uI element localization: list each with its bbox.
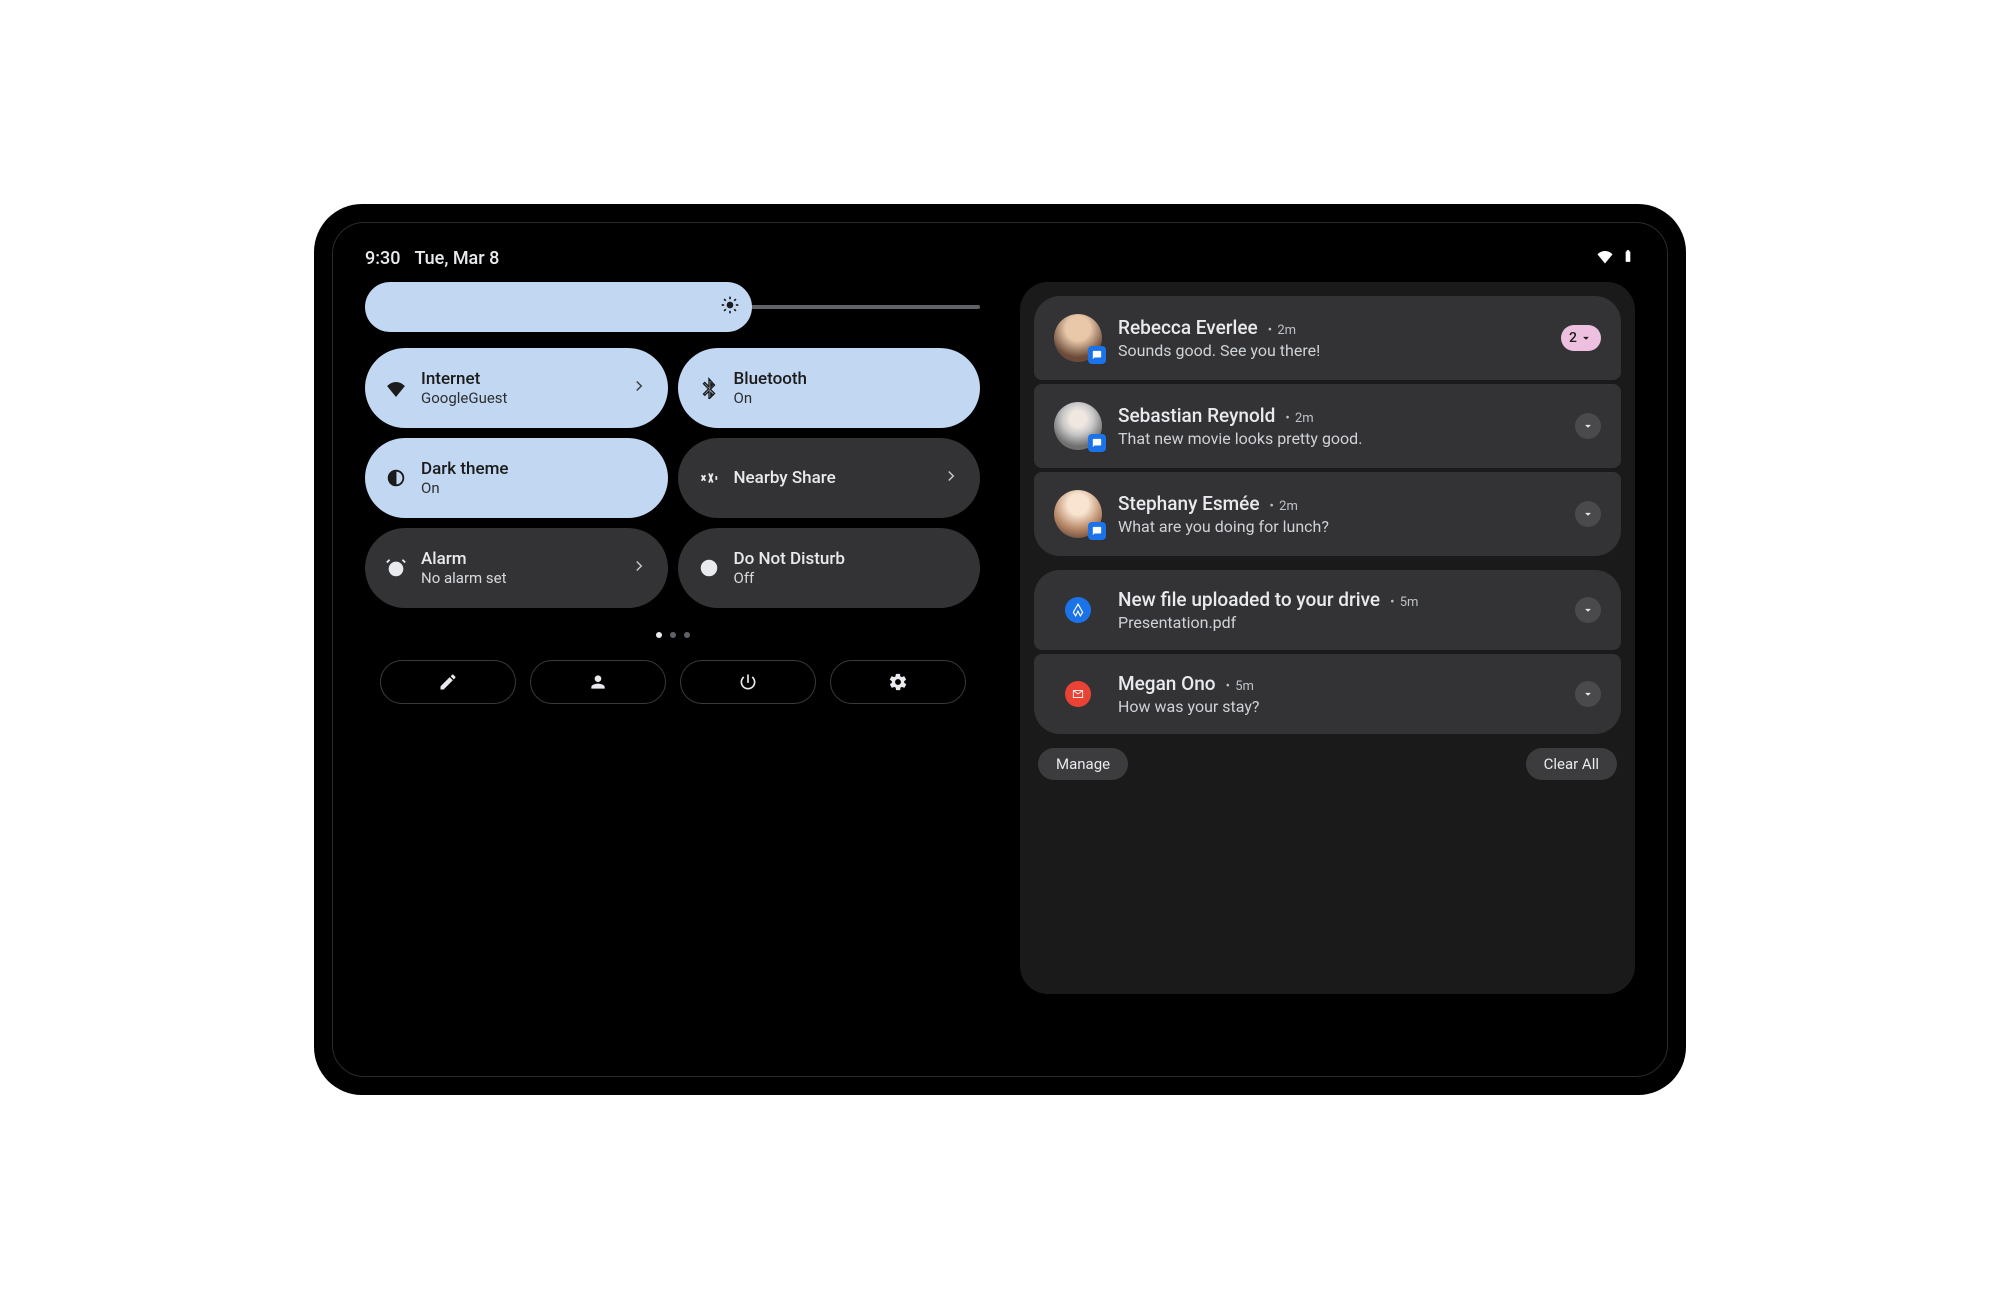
notification-title: Rebecca Everlee bbox=[1118, 316, 1258, 339]
chevron-right-icon bbox=[942, 467, 960, 489]
notification-message: Presentation.pdf bbox=[1118, 613, 1559, 632]
messages-app-icon bbox=[1088, 522, 1106, 540]
qs-tile-dnd[interactable]: Do Not DisturbOff bbox=[678, 528, 981, 608]
qs-tile-dark[interactable]: Dark themeOn bbox=[365, 438, 668, 518]
qs-tile-wifi[interactable]: InternetGoogleGuest bbox=[365, 348, 668, 428]
notification-time: 2m bbox=[1270, 499, 1298, 514]
avatar bbox=[1054, 314, 1102, 362]
tile-title: Bluetooth bbox=[734, 369, 961, 389]
tile-subtitle: Off bbox=[734, 569, 961, 587]
settings-button[interactable] bbox=[830, 660, 966, 704]
notification-message: What are you doing for lunch? bbox=[1118, 517, 1559, 536]
notification-count-pill[interactable]: 2 bbox=[1561, 325, 1601, 351]
qs-tile-alarm[interactable]: AlarmNo alarm set bbox=[365, 528, 668, 608]
notification-title: New file uploaded to your drive bbox=[1118, 588, 1380, 611]
nearby-icon bbox=[698, 467, 720, 489]
edit-button[interactable] bbox=[380, 660, 516, 704]
tile-title: Dark theme bbox=[421, 459, 648, 479]
dnd-icon bbox=[698, 557, 720, 579]
dark-icon bbox=[385, 467, 407, 489]
avatar bbox=[1054, 490, 1102, 538]
notification[interactable]: Stephany Esmée 2m What are you doing for l… bbox=[1034, 472, 1621, 556]
expand-button[interactable] bbox=[1575, 597, 1601, 623]
notification-title: Megan Ono bbox=[1118, 672, 1216, 695]
avatar bbox=[1054, 402, 1102, 450]
notification[interactable]: Rebecca Everlee 2m Sounds good. See you th… bbox=[1034, 296, 1621, 380]
notification-time: 2m bbox=[1268, 323, 1296, 338]
tile-title: Nearby Share bbox=[734, 468, 929, 488]
messages-app-icon bbox=[1088, 434, 1106, 452]
quick-settings-panel: InternetGoogleGuestBluetoothOnDark theme… bbox=[365, 282, 980, 1076]
expand-button[interactable] bbox=[1575, 681, 1601, 707]
status-bar: 9:30 Tue, Mar 8 bbox=[365, 241, 1635, 282]
tile-subtitle: No alarm set bbox=[421, 569, 616, 587]
manage-button[interactable]: Manage bbox=[1038, 748, 1128, 780]
notification[interactable]: Sebastian Reynold 2m That new movie looks … bbox=[1034, 384, 1621, 468]
messages-app-icon bbox=[1088, 346, 1106, 364]
clear-all-button[interactable]: Clear All bbox=[1526, 748, 1617, 780]
wifi-icon bbox=[385, 377, 407, 399]
notification-time: 2m bbox=[1285, 411, 1313, 426]
notification-title: Stephany Esmée bbox=[1118, 492, 1260, 515]
tile-subtitle: On bbox=[734, 389, 961, 407]
tile-title: Internet bbox=[421, 369, 616, 389]
notification-panel: Rebecca Everlee 2m Sounds good. See you th… bbox=[1020, 282, 1635, 994]
qs-tile-bluetooth[interactable]: BluetoothOn bbox=[678, 348, 981, 428]
tile-title: Alarm bbox=[421, 549, 616, 569]
power-button[interactable] bbox=[680, 660, 816, 704]
notification-title: Sebastian Reynold bbox=[1118, 404, 1275, 427]
tile-title: Do Not Disturb bbox=[734, 549, 961, 569]
notification-message: Sounds good. See you there! bbox=[1118, 341, 1545, 360]
user-button[interactable] bbox=[530, 660, 666, 704]
page-indicator bbox=[365, 632, 980, 638]
expand-button[interactable] bbox=[1575, 501, 1601, 527]
notification-message: How was your stay? bbox=[1118, 697, 1559, 716]
clock: 9:30 bbox=[365, 248, 400, 269]
wifi-icon bbox=[1595, 246, 1615, 271]
chevron-right-icon bbox=[630, 377, 648, 399]
brightness-slider[interactable] bbox=[365, 282, 980, 332]
expand-button[interactable] bbox=[1575, 413, 1601, 439]
battery-icon bbox=[1621, 245, 1635, 272]
notification-time: 5m bbox=[1226, 679, 1254, 694]
tile-subtitle: On bbox=[421, 479, 648, 497]
notification[interactable]: Megan Ono 5m How was your stay? bbox=[1034, 654, 1621, 734]
alarm-icon bbox=[385, 557, 407, 579]
brightness-icon bbox=[720, 295, 740, 319]
date: Tue, Mar 8 bbox=[414, 248, 499, 269]
qs-tile-nearby[interactable]: Nearby Share bbox=[678, 438, 981, 518]
bluetooth-icon bbox=[698, 377, 720, 399]
notification-message: That new movie looks pretty good. bbox=[1118, 429, 1559, 448]
drive-app-icon bbox=[1065, 597, 1091, 623]
notification[interactable]: New file uploaded to your drive 5m Present… bbox=[1034, 570, 1621, 650]
chevron-right-icon bbox=[630, 557, 648, 579]
tile-subtitle: GoogleGuest bbox=[421, 389, 616, 407]
gmail-app-icon bbox=[1065, 681, 1091, 707]
notification-time: 5m bbox=[1390, 595, 1418, 610]
